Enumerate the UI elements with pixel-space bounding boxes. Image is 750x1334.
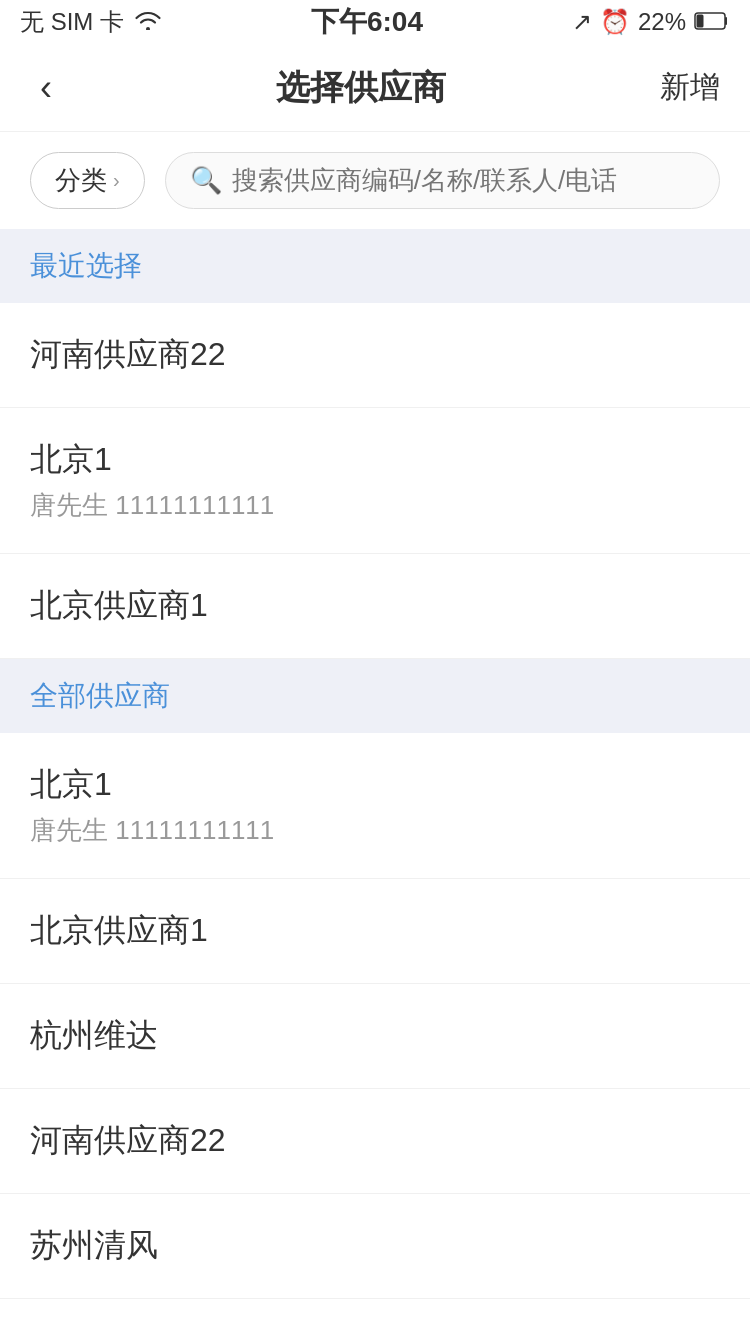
item-name: 北京供应商1 xyxy=(30,584,720,628)
list-item[interactable]: 北京1 唐先生 11111111111 xyxy=(0,733,750,879)
item-name: 北京1 xyxy=(30,763,720,807)
item-name: 河南供应商22 xyxy=(30,1119,720,1163)
list-item[interactable]: 河南供应商22 xyxy=(0,1089,750,1194)
section-header-all: 全部供应商 xyxy=(0,659,750,733)
search-icon: 🔍 xyxy=(190,165,222,196)
section-header-recent: 最近选择 xyxy=(0,229,750,303)
search-input[interactable] xyxy=(232,165,695,196)
item-name: 杭州维达 xyxy=(30,1014,720,1058)
page-title: 选择供应商 xyxy=(276,65,446,111)
section-header-text-all: 全部供应商 xyxy=(30,680,170,711)
nav-bar: ‹ 选择供应商 新增 xyxy=(0,44,750,132)
svg-rect-1 xyxy=(696,15,703,28)
filter-bar: 分类 › 🔍 xyxy=(0,132,750,229)
sim-label: 无 SIM 卡 xyxy=(20,6,124,38)
item-name: 苏州清风 xyxy=(30,1224,720,1268)
add-button[interactable]: 新增 xyxy=(660,67,720,108)
battery-label: 22% xyxy=(638,8,686,36)
item-name: 北京1 xyxy=(30,438,720,482)
alarm-icon: ⏰ xyxy=(600,8,630,36)
list-item[interactable]: 河南供应商22 xyxy=(0,303,750,408)
list-item[interactable]: 北京供应商1 xyxy=(0,879,750,984)
status-bar: 无 SIM 卡 下午6:04 ↗ ⏰ 22% xyxy=(0,0,750,44)
section-header-text-recent: 最近选择 xyxy=(30,250,142,281)
status-right: ↗ ⏰ 22% xyxy=(572,8,730,36)
supplier-list: 最近选择河南供应商22 北京1 唐先生 11111111111 北京供应商1 全部供应商… xyxy=(0,229,750,1299)
status-time: 下午6:04 xyxy=(311,3,423,41)
list-item[interactable]: 北京1 唐先生 11111111111 xyxy=(0,408,750,554)
location-icon: ↗ xyxy=(572,8,592,36)
chevron-right-icon: › xyxy=(113,169,120,192)
item-sub: 唐先生 11111111111 xyxy=(30,813,720,848)
status-left: 无 SIM 卡 xyxy=(20,6,162,38)
list-item[interactable]: 杭州维达 xyxy=(0,984,750,1089)
search-box[interactable]: 🔍 xyxy=(165,152,720,209)
item-name: 河南供应商22 xyxy=(30,333,720,377)
back-button[interactable]: ‹ xyxy=(30,57,62,119)
category-label: 分类 xyxy=(55,163,107,198)
list-item[interactable]: 苏州清风 xyxy=(0,1194,750,1299)
category-filter[interactable]: 分类 › xyxy=(30,152,145,209)
wifi-icon xyxy=(134,8,162,36)
item-name: 北京供应商1 xyxy=(30,909,720,953)
battery-icon xyxy=(694,8,730,36)
list-item[interactable]: 北京供应商1 xyxy=(0,554,750,659)
item-sub: 唐先生 11111111111 xyxy=(30,488,720,523)
